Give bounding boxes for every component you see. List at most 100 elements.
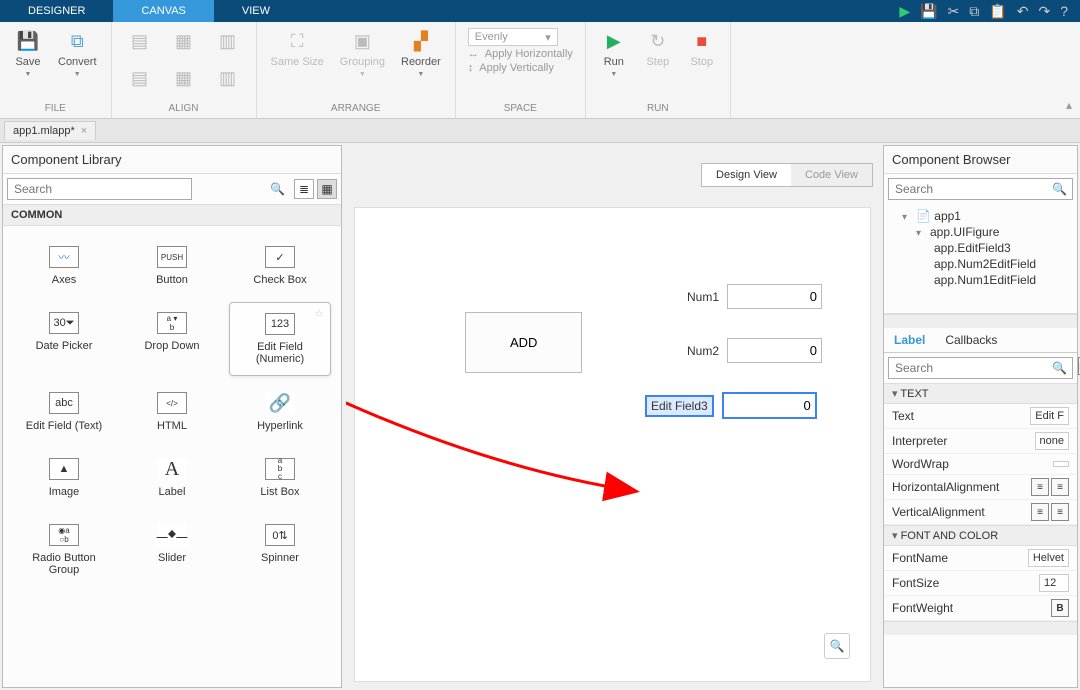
grid-view-toggle[interactable]: ▦ xyxy=(317,179,337,199)
valign-top-icon[interactable]: ≡ xyxy=(1031,503,1049,521)
comp-hyperlink[interactable]: 🔗Hyperlink xyxy=(229,382,331,442)
list-view-toggle[interactable]: ≣ xyxy=(294,179,314,199)
copy-icon[interactable]: ⧉ xyxy=(969,3,979,20)
align-middle-button[interactable]: ▦ xyxy=(164,64,204,94)
align-center-button[interactable]: ▦ xyxy=(164,26,204,56)
align-left-button[interactable]: ▤ xyxy=(120,26,160,56)
comp-slider[interactable]: ⎼◆⎼Slider xyxy=(121,514,223,586)
comp-html[interactable]: </>HTML xyxy=(121,382,223,442)
comp-spinner[interactable]: 0⇅Spinner xyxy=(229,514,331,586)
prop-fontweight[interactable]: FontWeightB xyxy=(884,596,1077,621)
comp-datepicker[interactable]: 30⏷Date Picker xyxy=(13,302,115,376)
component-search-input[interactable] xyxy=(7,178,192,200)
align-right-icon: ▥ xyxy=(216,29,240,53)
add-button[interactable]: ADD xyxy=(465,312,582,373)
code-view-tab[interactable]: Code View xyxy=(791,164,872,186)
prop-text[interactable]: TextEdit F xyxy=(884,404,1077,429)
play-icon: ▶ xyxy=(602,29,626,53)
halign-center-icon[interactable]: ≡ xyxy=(1051,478,1069,496)
comp-editfield-text[interactable]: abcEdit Field (Text) xyxy=(13,382,115,442)
grouping-icon: ▣ xyxy=(350,29,374,53)
prop-halign[interactable]: HorizontalAlignment≡≡ xyxy=(884,475,1077,500)
bold-icon[interactable]: B xyxy=(1051,599,1069,617)
apply-horiz-button[interactable]: ↔Apply Horizontally xyxy=(468,48,573,60)
align-top-button[interactable]: ▤ xyxy=(120,64,160,94)
radio-icon: ◉a○b xyxy=(49,524,79,546)
prop-fontsize[interactable]: FontSize12 xyxy=(884,571,1077,596)
ribbon-collapse-icon[interactable]: ▴ xyxy=(1066,98,1072,112)
prop-fontname[interactable]: FontNameHelvet xyxy=(884,546,1077,571)
browser-search-input[interactable] xyxy=(888,178,1073,200)
group-file-label: FILE xyxy=(8,101,103,114)
property-search-input[interactable] xyxy=(888,357,1073,379)
paste-icon[interactable]: 📋 xyxy=(989,3,1006,20)
comp-image[interactable]: ▲Image xyxy=(13,448,115,508)
group-space-label: SPACE xyxy=(464,101,577,114)
num2-input[interactable] xyxy=(727,338,822,363)
redo-icon[interactable]: ↷ xyxy=(1038,3,1050,20)
align-top-icon: ▤ xyxy=(128,67,152,91)
date-icon: 30⏷ xyxy=(49,312,79,334)
valign-mid-icon[interactable]: ≡ xyxy=(1051,503,1069,521)
tab-designer[interactable]: DESIGNER xyxy=(0,0,113,22)
step-button[interactable]: ↻Step xyxy=(638,26,678,71)
prop-wordwrap[interactable]: WordWrap xyxy=(884,454,1077,475)
reorder-button[interactable]: ▞Reorder▼ xyxy=(395,26,447,81)
zoom-button[interactable]: 🔍 xyxy=(824,633,850,659)
search-icon: 🔍 xyxy=(1052,361,1067,375)
axes-icon: 〰 xyxy=(49,246,79,268)
tree-num2[interactable]: app.Num2EditField xyxy=(890,256,1071,272)
slider-icon: ⎼◆⎼ xyxy=(157,524,187,546)
prop-section-font[interactable]: FONT AND COLOR xyxy=(884,525,1077,546)
undo-icon[interactable]: ↶ xyxy=(1017,3,1029,20)
comp-checkbox[interactable]: ✓Check Box xyxy=(229,236,331,296)
convert-icon: ⧉ xyxy=(65,29,89,53)
prop-interpreter[interactable]: Interpreternone xyxy=(884,429,1077,454)
apply-vert-button[interactable]: ↕Apply Vertically xyxy=(468,62,573,74)
save-icon[interactable]: 💾 xyxy=(920,3,937,20)
section-common: COMMON xyxy=(3,204,341,226)
help-icon[interactable]: ? xyxy=(1060,3,1068,19)
halign-left-icon[interactable]: ≡ xyxy=(1031,478,1049,496)
comp-listbox[interactable]: abcList Box xyxy=(229,448,331,508)
tab-view[interactable]: VIEW xyxy=(214,0,298,22)
align-bottom-button[interactable]: ▥ xyxy=(208,64,248,94)
file-tab[interactable]: app1.mlapp* × xyxy=(4,121,96,140)
tab-canvas[interactable]: CANVAS xyxy=(113,0,213,22)
tree-num1[interactable]: app.Num1EditField xyxy=(890,272,1071,288)
design-view-tab[interactable]: Design View xyxy=(702,164,791,186)
comp-axes[interactable]: 〰Axes xyxy=(13,236,115,296)
zoom-in-icon: 🔍 xyxy=(830,639,845,653)
checkbox-icon: ✓ xyxy=(265,246,295,268)
samesize-button[interactable]: ⛶Same Size xyxy=(265,26,330,71)
comp-editfield-numeric[interactable]: 123Edit Field (Numeric) xyxy=(229,302,331,376)
convert-button[interactable]: ⧉ Convert▼ xyxy=(52,26,103,81)
comp-radiogroup[interactable]: ◉a○bRadio Button Group xyxy=(13,514,115,586)
close-icon[interactable]: × xyxy=(81,125,87,137)
comp-dropdown[interactable]: a ▾bDrop Down xyxy=(121,302,223,376)
align-center-icon: ▦ xyxy=(172,29,196,53)
save-button[interactable]: 💾 Save▼ xyxy=(8,26,48,81)
stop-button[interactable]: ■Stop xyxy=(682,26,722,71)
run-button[interactable]: ▶Run▼ xyxy=(594,26,634,81)
design-surface[interactable]: ADD Num1 Num2 Edit Field3 🔍 xyxy=(354,207,871,682)
samesize-icon: ⛶ xyxy=(285,29,309,53)
component-tree[interactable]: ▾📄 app1 ▾app.UIFigure app.EditField3 app… xyxy=(884,204,1077,314)
comp-label[interactable]: ALabel xyxy=(121,448,223,508)
component-browser-panel: Component Browser 🔍 ▾📄 app1 ▾app.UIFigur… xyxy=(883,145,1078,688)
align-right-button[interactable]: ▥ xyxy=(208,26,248,56)
edittext-icon: abc xyxy=(49,392,79,414)
run-icon[interactable]: ▶ xyxy=(899,3,910,20)
grouping-button[interactable]: ▣Grouping▼ xyxy=(334,26,391,81)
comp-button[interactable]: PUSHButton xyxy=(121,236,223,296)
num1-input[interactable] xyxy=(727,284,822,309)
prop-valign[interactable]: VerticalAlignment≡≡ xyxy=(884,500,1077,525)
subtab-label[interactable]: Label xyxy=(884,328,935,352)
cut-icon[interactable]: ✂ xyxy=(948,3,960,20)
editfield3-label[interactable]: Edit Field3 xyxy=(645,395,714,417)
space-evenly-dropdown[interactable]: Evenly xyxy=(468,28,558,46)
prop-section-text[interactable]: TEXT xyxy=(884,383,1077,404)
editfield3-input[interactable] xyxy=(722,392,817,419)
subtab-callbacks[interactable]: Callbacks xyxy=(935,328,1007,352)
tree-editfield3[interactable]: app.EditField3 xyxy=(890,240,1071,256)
